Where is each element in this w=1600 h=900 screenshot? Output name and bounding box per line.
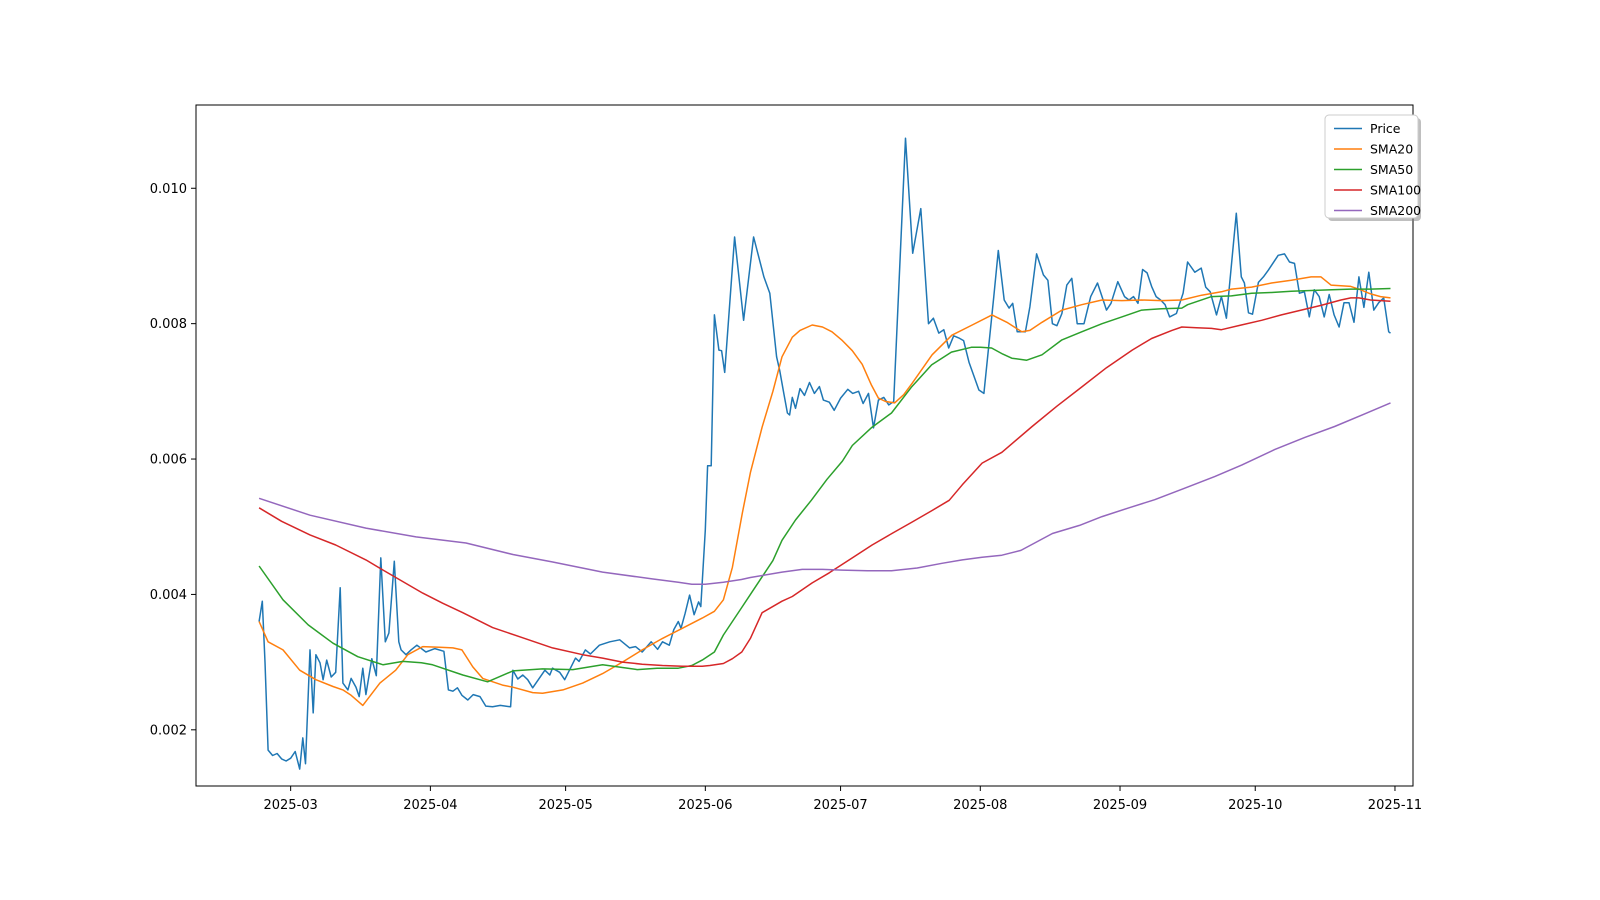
x-tick-label: 2025-06	[678, 798, 732, 813]
y-tick-label: 0.010	[150, 182, 187, 197]
legend-label-sma50: SMA50	[1370, 162, 1413, 177]
legend-label-sma20: SMA20	[1370, 142, 1413, 157]
x-tick-label: 2025-11	[1368, 798, 1422, 813]
legend-label-sma200: SMA200	[1370, 203, 1421, 218]
y-tick-label: 0.004	[150, 588, 187, 603]
y-tick-label: 0.008	[150, 317, 187, 332]
legend-label-price: Price	[1370, 121, 1401, 136]
legend-label-sma100: SMA100	[1370, 183, 1421, 198]
chart-canvas: 2025-03 2025-04 2025-05 2025-06 2025-07 2025-…	[0, 0, 1600, 900]
x-tick-label: 2025-03	[263, 798, 317, 813]
price-sma-chart: 2025-03 2025-04 2025-05 2025-06 2025-07 2025-…	[0, 0, 1600, 900]
legend: Price SMA20 SMA50 SMA100 SMA200	[1324, 114, 1421, 221]
x-tick-label: 2025-08	[953, 798, 1007, 813]
y-tick-label: 0.006	[150, 453, 187, 468]
y-tick-label: 0.002	[150, 723, 187, 738]
x-tick-label: 2025-07	[813, 798, 867, 813]
x-tick-label: 2025-04	[403, 798, 457, 813]
x-tick-label: 2025-05	[538, 798, 592, 813]
x-tick-label: 2025-09	[1093, 798, 1147, 813]
x-tick-label: 2025-10	[1228, 798, 1282, 813]
